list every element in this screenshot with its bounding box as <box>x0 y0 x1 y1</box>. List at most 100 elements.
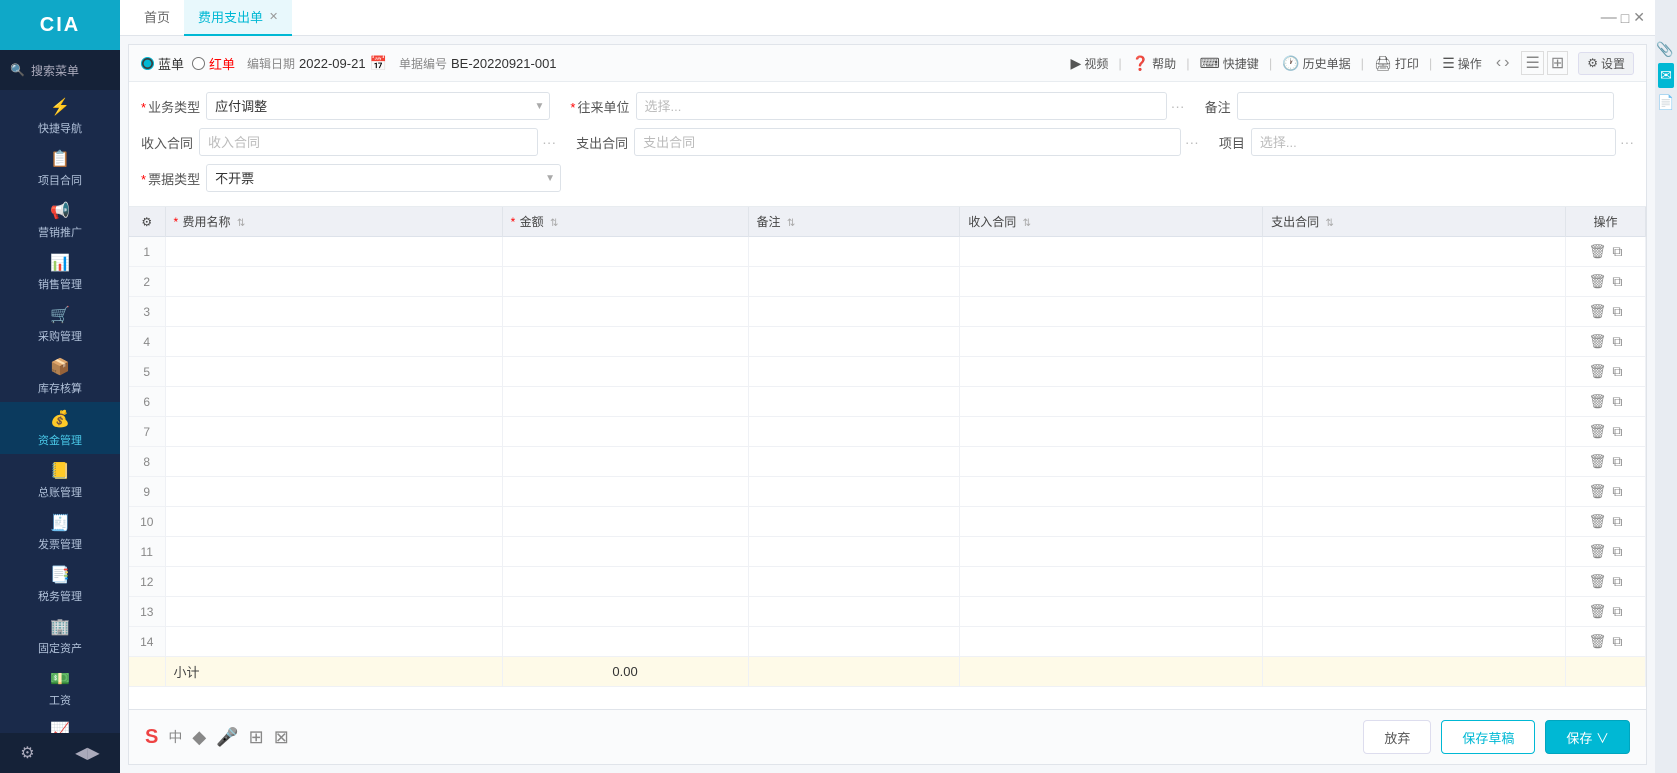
settings-icon[interactable]: ⚙ <box>20 743 34 763</box>
operation-action[interactable]: ☰ 操作 <box>1442 55 1482 72</box>
expense-name-cell-9[interactable] <box>165 477 502 507</box>
amount-cell-5[interactable] <box>502 357 748 387</box>
amount-cell-14[interactable] <box>502 627 748 657</box>
sort-amount[interactable]: ⇅ <box>550 218 558 229</box>
amount-cell-7[interactable] <box>502 417 748 447</box>
income-contract-cell-7[interactable] <box>960 417 1263 447</box>
delete-icon-7[interactable]: 🗑 <box>1589 423 1607 440</box>
sort-note[interactable]: ⇅ <box>787 218 795 229</box>
delete-icon-12[interactable]: 🗑 <box>1589 573 1607 590</box>
income-contract-cell-11[interactable] <box>960 537 1263 567</box>
sidebar-item-tax[interactable]: 📑 税务管理 <box>0 558 120 610</box>
expense-contract-cell-6[interactable] <box>1263 387 1566 417</box>
sidebar-item-accounting[interactable]: 📒 总账管理 <box>0 454 120 506</box>
expense-name-cell-10[interactable] <box>165 507 502 537</box>
sort-expense-contract[interactable]: ⇅ <box>1325 218 1333 229</box>
expense-name-cell-3[interactable] <box>165 297 502 327</box>
grid-view-btn[interactable]: ⊞ <box>1547 51 1568 75</box>
delete-icon-10[interactable]: 🗑 <box>1589 513 1607 530</box>
expense-contract-cell-1[interactable] <box>1263 237 1566 267</box>
sidebar-item-marketing[interactable]: 📢 营销推广 <box>0 194 120 246</box>
sidebar-item-quick-nav[interactable]: ⚡ 快捷导航 <box>0 90 120 142</box>
note-cell-6[interactable] <box>748 387 960 417</box>
right-panel-attach[interactable]: 📎 <box>1658 40 1674 57</box>
nav-next-btn[interactable]: › <box>1504 54 1509 72</box>
expense-contract-dots[interactable]: ··· <box>1185 134 1199 150</box>
delete-icon-5[interactable]: 🗑 <box>1589 363 1607 380</box>
expense-name-cell-13[interactable] <box>165 597 502 627</box>
amount-cell-13[interactable] <box>502 597 748 627</box>
income-contract-cell-8[interactable] <box>960 447 1263 477</box>
copy-icon-5[interactable]: ⧉ <box>1612 363 1622 380</box>
expense-name-cell-5[interactable] <box>165 357 502 387</box>
expense-name-cell-6[interactable] <box>165 387 502 417</box>
help-action[interactable]: ❓ 帮助 <box>1132 55 1176 72</box>
footer-icon-s[interactable]: S <box>145 726 158 749</box>
income-contract-cell-10[interactable] <box>960 507 1263 537</box>
income-contract-cell-6[interactable] <box>960 387 1263 417</box>
note-cell-5[interactable] <box>748 357 960 387</box>
copy-icon-2[interactable]: ⧉ <box>1612 273 1622 290</box>
income-contract-cell-14[interactable] <box>960 627 1263 657</box>
amount-cell-8[interactable] <box>502 447 748 477</box>
history-action[interactable]: 🕐 历史单据 <box>1282 55 1350 72</box>
counterparty-dots[interactable]: ··· <box>1171 98 1185 114</box>
sidebar-item-inventory[interactable]: 📦 库存核算 <box>0 350 120 402</box>
counterparty-input[interactable] <box>636 92 1167 120</box>
expense-name-cell-8[interactable] <box>165 447 502 477</box>
footer-icon-zh[interactable]: 中 <box>168 727 182 747</box>
radio-blue-input[interactable] <box>141 57 154 70</box>
expense-contract-cell-12[interactable] <box>1263 567 1566 597</box>
expense-name-cell-7[interactable] <box>165 417 502 447</box>
window-close-btn[interactable]: ✕ <box>1633 9 1645 26</box>
right-panel-doc[interactable]: 📄 <box>1657 94 1674 111</box>
radio-red-label[interactable]: 红单 <box>192 54 235 73</box>
expense-contract-cell-4[interactable] <box>1263 327 1566 357</box>
expense-name-cell-1[interactable] <box>165 237 502 267</box>
amount-cell-11[interactable] <box>502 537 748 567</box>
expense-contract-cell-8[interactable] <box>1263 447 1566 477</box>
expense-contract-cell-5[interactable] <box>1263 357 1566 387</box>
delete-icon-2[interactable]: 🗑 <box>1589 273 1607 290</box>
delete-icon-13[interactable]: 🗑 <box>1589 603 1607 620</box>
save-draft-button[interactable]: 保存草稿 <box>1441 720 1535 754</box>
shortcut-action[interactable]: ⌨ 快捷键 <box>1200 55 1259 72</box>
copy-icon-4[interactable]: ⧉ <box>1612 333 1622 350</box>
list-view-btn[interactable]: ☰ <box>1521 51 1543 75</box>
income-contract-cell-2[interactable] <box>960 267 1263 297</box>
note-cell-11[interactable] <box>748 537 960 567</box>
expense-contract-cell-13[interactable] <box>1263 597 1566 627</box>
delete-icon-8[interactable]: 🗑 <box>1589 453 1607 470</box>
footer-icon-diamond[interactable]: ◆ <box>192 727 206 748</box>
th-config[interactable]: ⚙ <box>129 207 165 237</box>
copy-icon-14[interactable]: ⧉ <box>1612 633 1622 650</box>
expense-contract-cell-9[interactable] <box>1263 477 1566 507</box>
business-type-select[interactable]: 应付调整 <box>206 92 550 120</box>
window-minimize-btn[interactable]: — <box>1601 9 1617 27</box>
sidebar-item-salary[interactable]: 💵 工资 <box>0 662 120 714</box>
note-cell-3[interactable] <box>748 297 960 327</box>
copy-icon-11[interactable]: ⧉ <box>1612 543 1622 560</box>
note-cell-12[interactable] <box>748 567 960 597</box>
footer-icon-grid1[interactable]: ⊞ <box>249 727 264 748</box>
expense-contract-cell-3[interactable] <box>1263 297 1566 327</box>
window-maximize-btn[interactable]: □ <box>1621 10 1629 26</box>
income-contract-cell-4[interactable] <box>960 327 1263 357</box>
amount-cell-6[interactable] <box>502 387 748 417</box>
nav-prev-btn[interactable]: ‹ <box>1496 54 1501 72</box>
sort-income-contract[interactable]: ⇅ <box>1023 218 1031 229</box>
print-action[interactable]: 🖨 打印 <box>1374 55 1419 72</box>
income-contract-dots[interactable]: ··· <box>542 134 556 150</box>
income-contract-cell-9[interactable] <box>960 477 1263 507</box>
copy-icon-3[interactable]: ⧉ <box>1612 303 1622 320</box>
calendar-icon[interactable]: 📅 <box>370 55 387 72</box>
set-button[interactable]: ⚙ 设置 <box>1578 52 1634 75</box>
copy-icon-7[interactable]: ⧉ <box>1612 423 1622 440</box>
expense-contract-cell-14[interactable] <box>1263 627 1566 657</box>
tab-expense-bill[interactable]: 费用支出单 ✕ <box>184 0 292 36</box>
radio-red-input[interactable] <box>192 57 205 70</box>
note-cell-7[interactable] <box>748 417 960 447</box>
amount-cell-10[interactable] <box>502 507 748 537</box>
note-cell-1[interactable] <box>748 237 960 267</box>
amount-cell-9[interactable] <box>502 477 748 507</box>
